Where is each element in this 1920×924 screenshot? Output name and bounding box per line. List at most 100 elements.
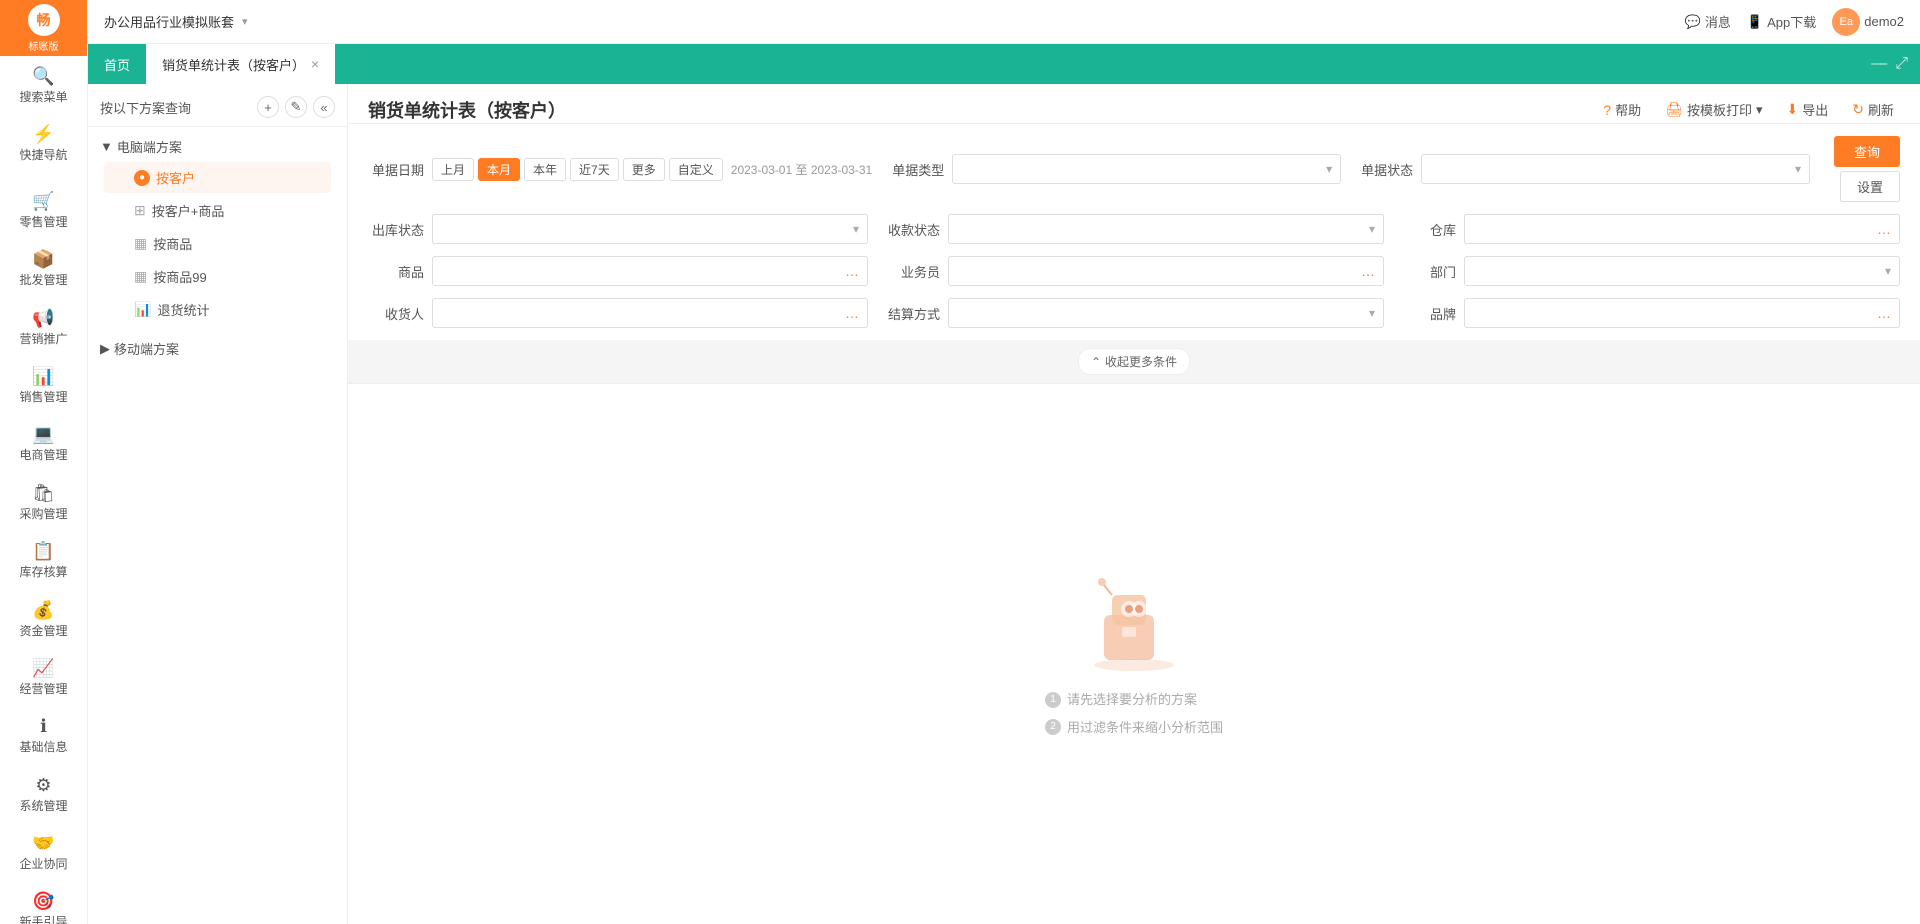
- print-button[interactable]: 🖨 按模板打印 ▾: [1659, 96, 1768, 123]
- page-title-bar: 销货单统计表（按客户） ? 帮助 🖨 按模板打印 ▾: [348, 84, 1920, 124]
- out-status-select[interactable]: ▾: [432, 214, 868, 244]
- scheme-panel-title: 按以下方案查询: [100, 98, 191, 117]
- collapse-row: ⌃ 收起更多条件: [348, 340, 1920, 383]
- top-header: 办公用品行业模拟账套 ▾ 💬 消息 📱 App下载 Ea demo2: [88, 0, 1920, 44]
- sidebar-item-sales[interactable]: 📊 销售管理: [0, 356, 88, 414]
- settlement-select[interactable]: ▾: [948, 298, 1384, 328]
- dept-arrow: ▾: [1885, 264, 1891, 278]
- sidebar-item-system[interactable]: ⚙ 系统管理: [0, 765, 88, 823]
- ecommerce-icon: 💻: [32, 424, 54, 445]
- export-button[interactable]: ⬇ 导出: [1781, 96, 1835, 123]
- payment-status-select[interactable]: ▾: [948, 214, 1384, 244]
- dept-select[interactable]: ▾: [1464, 256, 1900, 286]
- doc-status-select[interactable]: ▾: [1421, 154, 1810, 184]
- sidebar-item-newbie[interactable]: 🎯 新手引导: [0, 881, 88, 924]
- header-dropdown-icon[interactable]: ▾: [242, 15, 248, 28]
- sidebar-item-ecommerce[interactable]: 💻 电商管理: [0, 414, 88, 472]
- date-btn-custom[interactable]: 自定义: [669, 158, 723, 181]
- sidebar-item-finance[interactable]: 💰 资金管理: [0, 590, 88, 648]
- receiver-dots[interactable]: …: [845, 305, 859, 321]
- warehouse-label: 仓库: [1400, 220, 1456, 239]
- sidebar-item-label: 搜索菜单: [19, 90, 67, 104]
- date-btn-this-year[interactable]: 本年: [524, 158, 566, 181]
- settlement-label: 结算方式: [884, 304, 940, 323]
- help-button[interactable]: ? 帮助: [1597, 96, 1647, 123]
- mobile-category-label: 移动端方案: [114, 339, 179, 358]
- sidebar-item-label: 销售管理: [19, 390, 67, 404]
- warehouse-dots[interactable]: …: [1877, 221, 1891, 237]
- sidebar-item-marketing[interactable]: 📢 营销推广: [0, 298, 88, 356]
- date-btn-this-month[interactable]: 本月: [478, 158, 520, 181]
- receiver-label: 收货人: [368, 304, 424, 323]
- empty-illustration: [1074, 565, 1194, 688]
- query-button[interactable]: 查询: [1834, 136, 1900, 167]
- sidebar-item-wholesale[interactable]: 📦 批发管理: [0, 239, 88, 297]
- doc-type-label: 单据类型: [888, 160, 944, 179]
- filter-section: 销货单统计表（按客户） ? 帮助 🖨 按模板打印 ▾: [348, 84, 1920, 384]
- salesman-input[interactable]: …: [948, 256, 1384, 286]
- app-download-button[interactable]: 📱 App下载: [1747, 12, 1816, 31]
- sidebar-item-label: 批发管理: [19, 273, 67, 287]
- scheme-item-by-goods[interactable]: ▦ 按商品: [104, 228, 331, 259]
- warehouse-input[interactable]: …: [1464, 214, 1900, 244]
- scheme-add-button[interactable]: +: [257, 96, 279, 118]
- user-menu[interactable]: Ea demo2: [1832, 8, 1904, 36]
- brand-input[interactable]: …: [1464, 298, 1900, 328]
- cooperation-icon: 🤝: [32, 833, 54, 854]
- scheme-collapse-button[interactable]: «: [313, 96, 335, 118]
- inventory-icon: 📋: [32, 541, 54, 562]
- salesman-dots[interactable]: …: [1361, 263, 1375, 279]
- filter-dept-col: 部门 ▾: [1400, 256, 1900, 286]
- collapse-icon: «: [320, 100, 327, 115]
- date-range-text: 2023-03-01 至 2023-03-31: [731, 161, 872, 178]
- tab-home-label: 首页: [104, 55, 130, 74]
- help-label: 帮助: [1615, 100, 1641, 119]
- scheme-item-icon: ⊞: [134, 202, 146, 219]
- query-actions: 查询 设置: [1826, 136, 1900, 202]
- tab-home[interactable]: 首页: [88, 44, 146, 84]
- sidebar-item-purchase[interactable]: 🛍 采购管理: [0, 473, 88, 531]
- refresh-button[interactable]: ↻ 刷新: [1846, 96, 1900, 123]
- collapse-button[interactable]: ⌃ 收起更多条件: [1078, 348, 1190, 375]
- scheme-item-label: 按客户+商品: [152, 201, 225, 220]
- tab-minimize-button[interactable]: —: [1871, 55, 1887, 73]
- empty-tip-2: 2 用过滤条件来缩小分析范围: [1045, 716, 1223, 739]
- receiver-input[interactable]: …: [432, 298, 868, 328]
- goods-input[interactable]: …: [432, 256, 868, 286]
- tab-close-button[interactable]: ×: [311, 56, 319, 72]
- dept-label: 部门: [1400, 262, 1456, 281]
- sales-icon: 📊: [32, 366, 54, 387]
- sidebar-item-search[interactable]: 🔍 搜索菜单: [0, 56, 88, 114]
- sidebar-item-retail[interactable]: 🛒 零售管理: [0, 181, 88, 239]
- scheme-item-icon: ▦: [134, 235, 147, 252]
- sidebar-item-cooperation[interactable]: 🤝 企业协同: [0, 823, 88, 881]
- doc-type-select[interactable]: ▾: [952, 154, 1341, 184]
- tab-active[interactable]: 销货单统计表（按客户） ×: [146, 44, 335, 84]
- newbie-icon: 🎯: [32, 891, 54, 912]
- scheme-edit-button[interactable]: ✎: [285, 96, 307, 118]
- sidebar-item-inventory[interactable]: 📋 库存核算: [0, 531, 88, 589]
- sidebar-item-quick-nav[interactable]: ⚡ 快捷导航: [0, 114, 88, 172]
- scheme-item-by-customer-goods[interactable]: ⊞ 按客户+商品: [104, 195, 331, 226]
- scheme-category-header-desktop[interactable]: ▼ 电脑端方案: [100, 133, 335, 160]
- header-right: 💬 消息 📱 App下载 Ea demo2: [1685, 8, 1904, 36]
- message-button[interactable]: 💬 消息: [1685, 12, 1731, 31]
- scheme-item-by-customer[interactable]: ● 按客户: [104, 162, 331, 193]
- scheme-item-icon: ▦: [134, 268, 147, 285]
- scheme-item-by-goods99[interactable]: ▦ 按商品99: [104, 261, 331, 292]
- salesman-label: 业务员: [884, 262, 940, 281]
- sidebar-item-operation[interactable]: 📈 经营管理: [0, 648, 88, 706]
- goods-dots[interactable]: …: [845, 263, 859, 279]
- logo-icon: 畅: [28, 4, 60, 36]
- date-btn-last-month[interactable]: 上月: [432, 158, 474, 181]
- date-btn-last-7days[interactable]: 近7天: [570, 158, 619, 181]
- sidebar-item-basic-info[interactable]: ℹ 基础信息: [0, 706, 88, 764]
- filter-goods-col: 商品 …: [368, 256, 868, 286]
- sidebar-item-label: 系统管理: [19, 799, 67, 813]
- date-btn-more[interactable]: 更多: [623, 158, 665, 181]
- settings-button[interactable]: 设置: [1840, 171, 1900, 202]
- scheme-item-return-stats[interactable]: 📊 退货统计: [104, 294, 331, 325]
- brand-dots[interactable]: …: [1877, 305, 1891, 321]
- scheme-mobile-category[interactable]: ▶ 移动端方案: [88, 333, 347, 364]
- tab-maximize-button[interactable]: ⤢: [1895, 55, 1908, 73]
